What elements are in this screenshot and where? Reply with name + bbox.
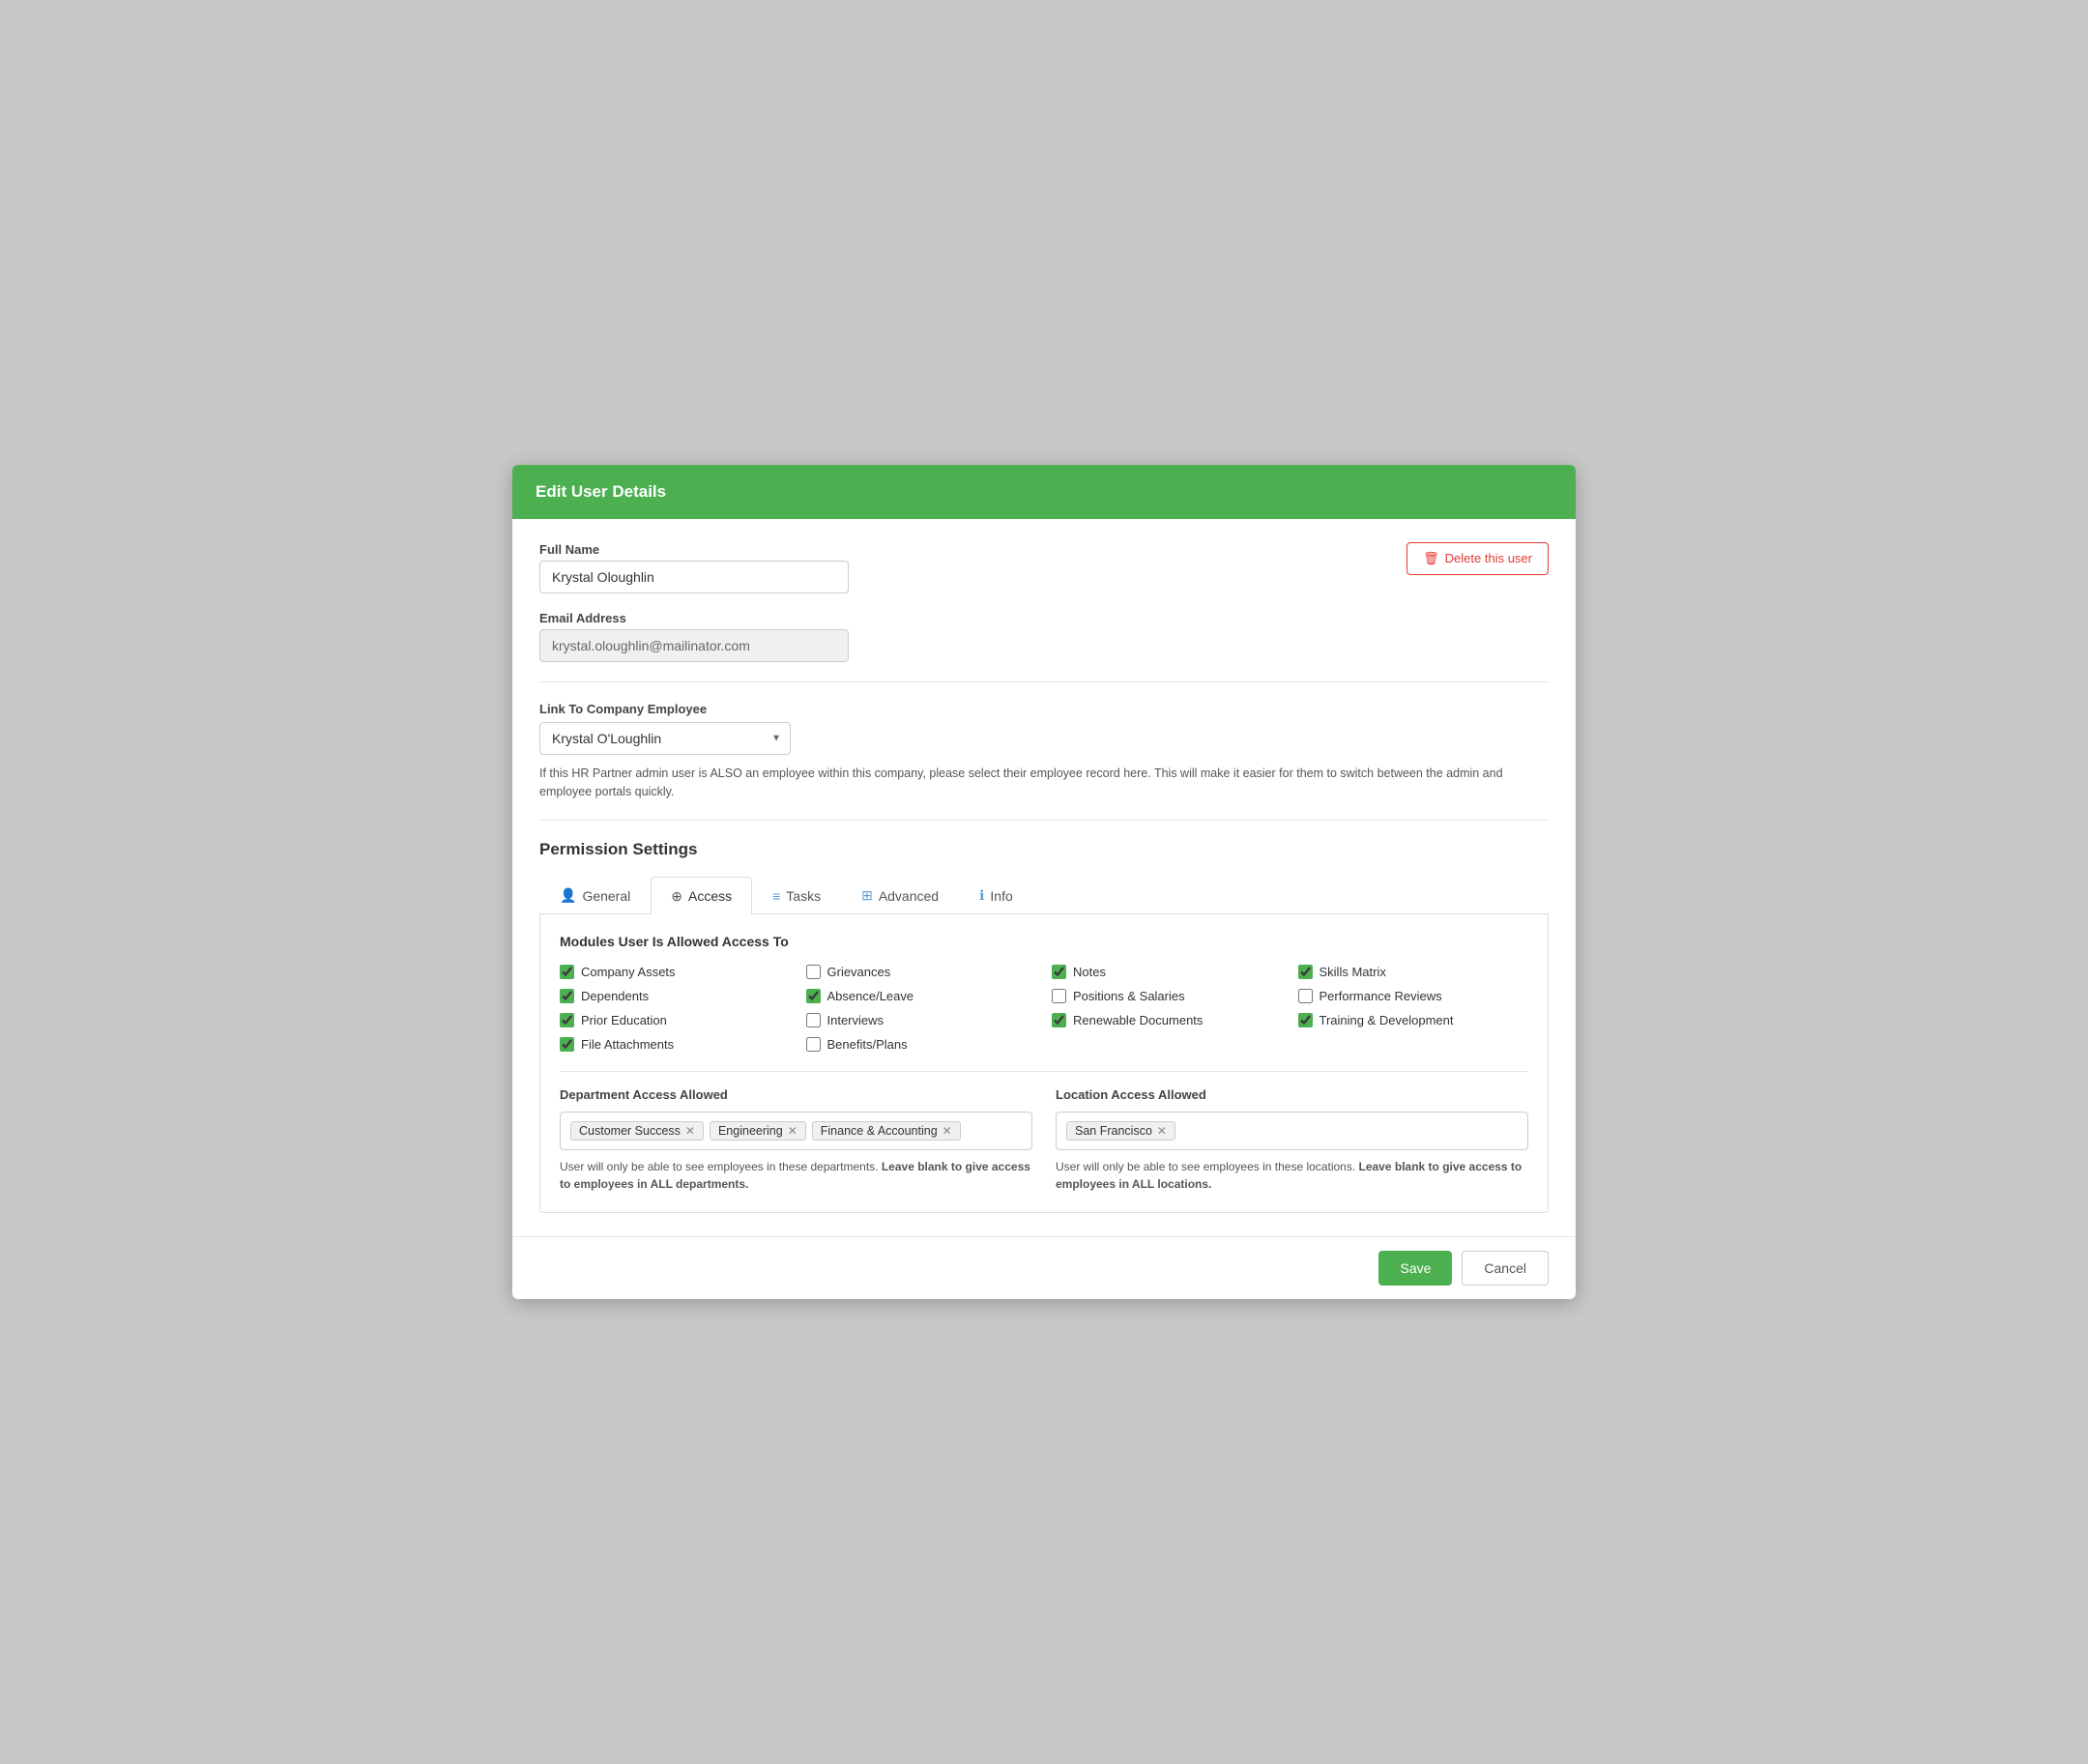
tab-general[interactable]: 👤 General	[539, 877, 651, 913]
modal-footer: Save Cancel	[512, 1236, 1576, 1299]
link-help-text: If this HR Partner admin user is ALSO an…	[539, 765, 1549, 801]
modal-title: Edit User Details	[536, 482, 1552, 502]
save-button[interactable]: Save	[1378, 1251, 1452, 1286]
tab-info[interactable]: ℹ Info	[959, 877, 1033, 913]
permission-section: Permission Settings 👤 General ⊕ Access ≡…	[539, 840, 1549, 1213]
user-circle-icon: 👤	[560, 887, 576, 904]
list-icon: ≡	[772, 888, 780, 904]
remove-finance-accounting[interactable]: ✕	[942, 1124, 952, 1138]
dept-tag-input[interactable]: Customer Success ✕ Engineering ✕ Finance…	[560, 1112, 1032, 1150]
tab-tasks[interactable]: ≡ Tasks	[752, 877, 841, 913]
link-label: Link To Company Employee	[539, 702, 1549, 716]
modules-title: Modules User Is Allowed Access To	[560, 934, 1528, 949]
trash-icon: 🗑	[1423, 551, 1439, 566]
link-employee-select[interactable]: Krystal O'Loughlin	[539, 722, 791, 755]
tag-customer-success: Customer Success ✕	[570, 1121, 704, 1141]
table-icon: ⊞	[861, 887, 873, 904]
checkbox-dependents[interactable]: Dependents	[560, 989, 791, 1003]
access-tab-content: Modules User Is Allowed Access To Compan…	[539, 914, 1549, 1213]
tab-advanced[interactable]: ⊞ Advanced	[841, 877, 959, 913]
checkbox-benefits-plans[interactable]: Benefits/Plans	[806, 1037, 1037, 1052]
divider-2	[539, 820, 1549, 821]
tag-engineering: Engineering ✕	[710, 1121, 806, 1141]
checkbox-file-attachments[interactable]: File Attachments	[560, 1037, 791, 1052]
checkbox-skills-matrix[interactable]: Skills Matrix	[1298, 965, 1529, 979]
full-name-group: Full Name	[539, 542, 849, 593]
delete-user-button[interactable]: 🗑 Delete this user	[1406, 542, 1549, 575]
checkbox-company-assets[interactable]: Company Assets	[560, 965, 791, 979]
loc-tag-input[interactable]: San Francisco ✕	[1056, 1112, 1528, 1150]
dept-help: User will only be able to see employees …	[560, 1158, 1032, 1193]
tag-finance-accounting: Finance & Accounting ✕	[812, 1121, 961, 1141]
divider-1	[539, 681, 1549, 682]
full-name-input[interactable]	[539, 561, 849, 593]
edit-user-modal: Edit User Details Full Name 🗑 Delete thi…	[512, 465, 1576, 1300]
checkbox-training-development[interactable]: Training & Development	[1298, 1013, 1529, 1027]
top-row: Full Name 🗑 Delete this user	[539, 542, 1549, 593]
dept-section: Department Access Allowed Customer Succe…	[560, 1087, 1032, 1193]
modal-body: Full Name 🗑 Delete this user Email Addre…	[512, 519, 1576, 1237]
checkbox-positions-salaries[interactable]: Positions & Salaries	[1052, 989, 1283, 1003]
checkbox-interviews[interactable]: Interviews	[806, 1013, 1037, 1027]
loc-title: Location Access Allowed	[1056, 1087, 1528, 1102]
checkbox-grievances[interactable]: Grievances	[806, 965, 1037, 979]
tab-access[interactable]: ⊕ Access	[651, 877, 752, 914]
email-group: Email Address	[539, 611, 1549, 662]
remove-customer-success[interactable]: ✕	[685, 1124, 695, 1138]
modal-header: Edit User Details	[512, 465, 1576, 519]
permission-title: Permission Settings	[539, 840, 1549, 859]
access-divider	[560, 1071, 1528, 1072]
empty-cell-1	[1052, 1037, 1283, 1052]
checkbox-prior-education[interactable]: Prior Education	[560, 1013, 791, 1027]
tag-san-francisco: San Francisco ✕	[1066, 1121, 1175, 1141]
checkbox-absence-leave[interactable]: Absence/Leave	[806, 989, 1037, 1003]
empty-cell-2	[1298, 1037, 1529, 1052]
remove-san-francisco[interactable]: ✕	[1157, 1124, 1167, 1138]
key-circle-icon: ⊕	[671, 888, 682, 905]
email-input[interactable]	[539, 629, 849, 662]
loc-section: Location Access Allowed San Francisco ✕ …	[1056, 1087, 1528, 1193]
link-select-wrapper: Krystal O'Loughlin	[539, 722, 791, 755]
checkbox-notes[interactable]: Notes	[1052, 965, 1283, 979]
permission-tabs: 👤 General ⊕ Access ≡ Tasks ⊞ Advanced ℹ	[539, 877, 1549, 914]
link-section: Link To Company Employee Krystal O'Lough…	[539, 702, 1549, 755]
loc-help: User will only be able to see employees …	[1056, 1158, 1528, 1193]
checkbox-performance-reviews[interactable]: Performance Reviews	[1298, 989, 1529, 1003]
email-label: Email Address	[539, 611, 1549, 625]
access-bottom: Department Access Allowed Customer Succe…	[560, 1087, 1528, 1193]
cancel-button[interactable]: Cancel	[1462, 1251, 1549, 1286]
info-circle-icon: ℹ	[979, 887, 984, 904]
remove-engineering[interactable]: ✕	[788, 1124, 798, 1138]
full-name-label: Full Name	[539, 542, 849, 557]
checkbox-renewable-documents[interactable]: Renewable Documents	[1052, 1013, 1283, 1027]
modules-checkboxes: Company Assets Grievances Notes Skills M…	[560, 965, 1528, 1052]
dept-title: Department Access Allowed	[560, 1087, 1032, 1102]
